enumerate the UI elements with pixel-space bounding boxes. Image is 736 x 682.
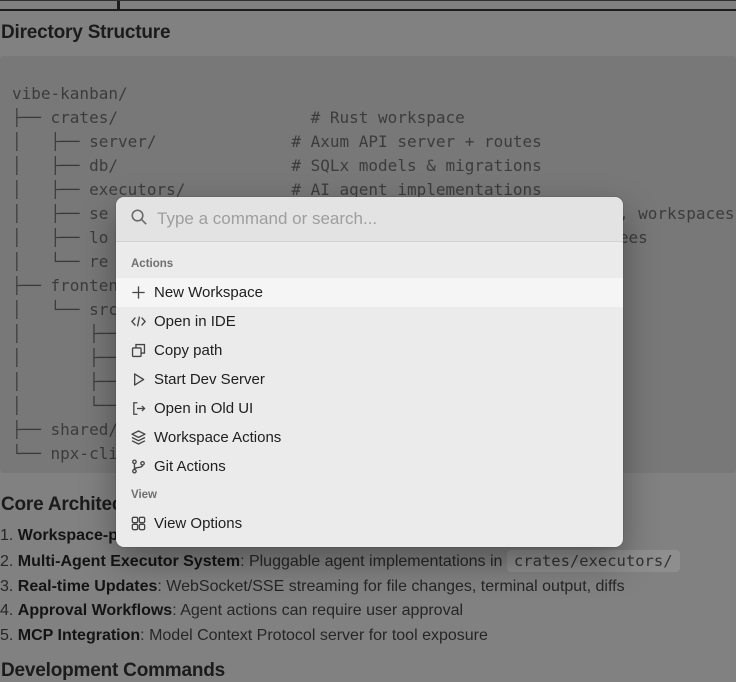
palette-item-label: Start Dev Server	[154, 371, 265, 388]
section-label-actions: Actions	[131, 258, 174, 270]
palette-item-label: View Options	[154, 515, 243, 532]
inline-code: crates/executors/	[506, 549, 680, 572]
command-search-bar	[116, 197, 623, 242]
palette-item-workspace-actions[interactable]: Workspace Actions	[116, 423, 623, 452]
play-icon	[130, 371, 147, 388]
copy-icon	[130, 342, 147, 359]
search-icon	[130, 208, 148, 231]
layers-icon	[130, 429, 147, 446]
palette-item-git-actions[interactable]: Git Actions	[116, 452, 623, 481]
development-commands-heading: Development Commands	[1, 660, 226, 681]
palette-item-start-dev-server[interactable]: Start Dev Server	[116, 365, 623, 394]
palette-item-copy-path[interactable]: Copy path	[116, 336, 623, 365]
core-architecture-heading: Core Architec	[1, 494, 123, 515]
top-tab-bar	[0, 0, 736, 11]
palette-item-label: New Workspace	[154, 284, 263, 301]
git-branch-icon	[130, 458, 147, 475]
palette-item-open-in-ide[interactable]: Open in IDE	[116, 307, 623, 336]
palette-item-label: Open in Old UI	[154, 400, 254, 417]
arch-list-item: 2. Multi-Agent Executor System: Pluggabl…	[0, 549, 736, 575]
command-search-input[interactable]	[157, 209, 609, 229]
palette-item-label: Git Actions	[154, 458, 226, 475]
palette-item-open-in-old-ui[interactable]: Open in Old UI	[116, 394, 623, 423]
arch-list-item: 3. Real-time Updates: WebSocket/SSE stre…	[0, 577, 625, 595]
page-title: Directory Structure	[1, 22, 171, 43]
plus-icon	[130, 284, 147, 301]
palette-item-view-options[interactable]: View Options	[116, 509, 623, 538]
tab-divider	[117, 1, 120, 10]
palette-item-label: Workspace Actions	[154, 429, 282, 446]
grid-icon	[130, 515, 147, 532]
palette-item-new-workspace[interactable]: New Workspace	[116, 278, 623, 307]
arch-list-item: 5. MCP Integration: Model Context Protoc…	[0, 627, 488, 645]
palette-item-label: Copy path	[154, 342, 223, 359]
arch-list-item: 4. Approval Workflows: Agent actions can…	[0, 602, 464, 620]
code-icon	[130, 313, 147, 330]
palette-item-label: Open in IDE	[154, 313, 236, 330]
exit-icon	[130, 400, 147, 417]
command-palette: Actions New Workspace Open in IDE Copy path…	[116, 197, 623, 547]
section-label-view: View	[131, 489, 157, 501]
command-list: Actions New Workspace Open in IDE Copy path…	[116, 242, 623, 538]
